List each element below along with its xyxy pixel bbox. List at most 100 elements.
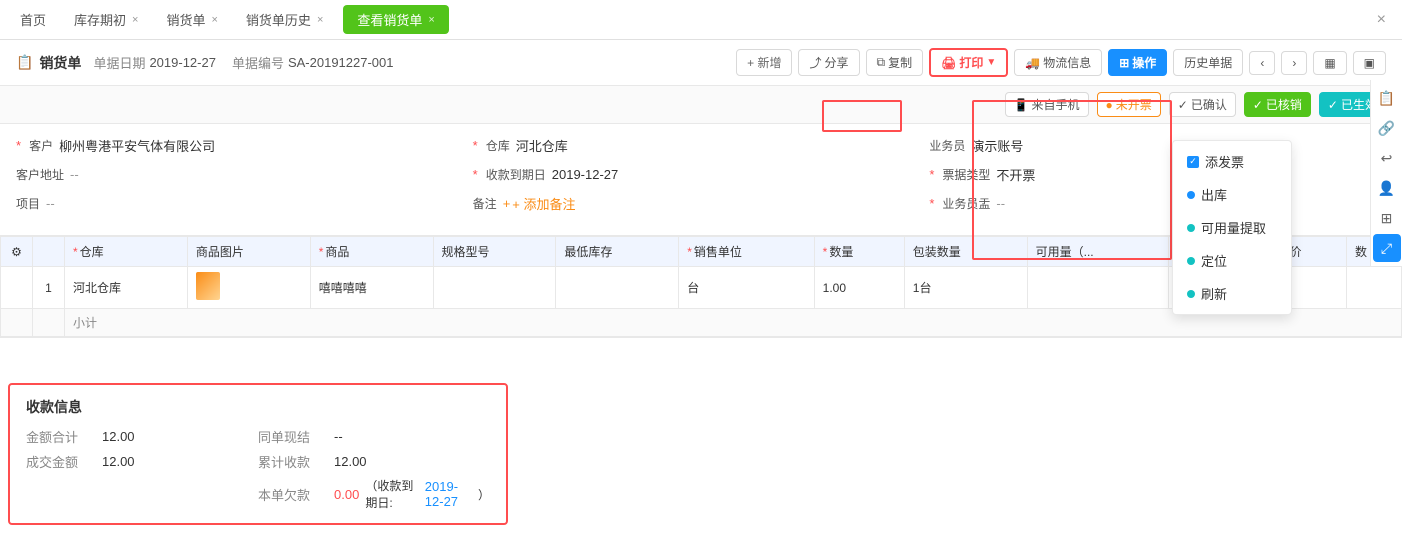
invoice-type-label: 票据类型 — [942, 166, 990, 183]
project-value: -- — [46, 196, 55, 211]
refresh-item[interactable]: 刷新 — [1173, 277, 1291, 310]
sidebar-icon-doc[interactable]: 📋 — [1373, 84, 1401, 112]
operations-icon: ⊞ — [1119, 56, 1129, 70]
doc-title-text: 销货单 — [39, 53, 81, 73]
not-open-icon: ● — [1106, 98, 1113, 112]
warehouse-required-mark: * — [473, 138, 478, 153]
panel-title: 收款信息 — [26, 397, 490, 417]
layout2-button[interactable]: ▣ — [1353, 51, 1386, 75]
locate-label: 定位 — [1201, 251, 1227, 270]
effective-icon: ✓ — [1328, 98, 1338, 112]
confirmed-icon: ✓ — [1178, 98, 1188, 112]
cell-num: 1 — [33, 267, 65, 309]
tab-inventory-init-close[interactable]: × — [132, 14, 138, 26]
panel-row-deal-amount: 成交金额 12.00 — [26, 452, 258, 471]
customer-required-mark: * — [16, 138, 21, 153]
sidebar-icon-expand[interactable]: ⤢ — [1373, 234, 1401, 262]
copy-button[interactable]: ⧉ 复制 — [866, 49, 924, 76]
available-extract-label: 可用量提取 — [1201, 218, 1266, 237]
tab-home[interactable]: 首页 — [8, 4, 58, 35]
doc-title-icon: 📋 — [16, 54, 33, 71]
logistics-button[interactable]: 🚚 物流信息 — [1014, 49, 1102, 76]
tab-sales-order[interactable]: 销货单 × — [154, 4, 229, 35]
tab-view-sales-close[interactable]: × — [428, 14, 434, 26]
doc-date-value: 2019-12-27 — [149, 55, 216, 70]
col-header-settings[interactable]: ⚙ — [1, 237, 33, 267]
doc-meta: 单据日期 2019-12-27 单据编号 SA-20191227-001 — [93, 53, 724, 72]
invoice-type-field: * 票据类型 不开票 — [929, 165, 1386, 184]
cell-product-img — [187, 267, 310, 309]
nav-next-button[interactable]: › — [1281, 51, 1307, 75]
locate-dot — [1187, 257, 1195, 265]
col-header-product: *商品 — [310, 237, 433, 267]
sidebar-icon-user[interactable]: 👤 — [1373, 174, 1401, 202]
nav-prev-button[interactable]: ‹ — [1249, 51, 1275, 75]
tab-inventory-init[interactable]: 库存期初 × — [62, 4, 150, 35]
cell-more — [1347, 267, 1402, 309]
action-buttons: + 新增 ⤴ 分享 ⧉ 复制 🖨 打印 ▼ 🚚 物流信息 — [736, 48, 1386, 77]
tab-sales-order-close[interactable]: × — [211, 14, 217, 26]
tab-sales-history[interactable]: 销货单历史 × — [234, 4, 335, 35]
from-phone-button[interactable]: 📱 来自手机 — [1005, 92, 1089, 117]
invoice-type-required-mark: * — [929, 167, 934, 182]
doc-number-label: 单据编号 — [232, 53, 284, 72]
payment-date-label: 收款到期日 — [486, 166, 546, 183]
col-header-available: 可用量（... — [1027, 237, 1169, 267]
payment-date-field: * 收款到期日 2019-12-27 — [473, 166, 930, 183]
voided-button[interactable]: ✓ 已核销 — [1244, 92, 1311, 117]
window-close-button[interactable]: × — [1369, 7, 1394, 33]
add-note-button[interactable]: + + 添加备注 — [503, 194, 576, 213]
locate-item[interactable]: 定位 — [1173, 244, 1291, 277]
confirmed-button[interactable]: ✓ 已确认 — [1169, 92, 1236, 117]
share-button[interactable]: ⤴ 分享 — [798, 49, 859, 76]
operations-dropdown: ✓ 添发票 出库 可用量提取 定位 刷新 — [1172, 140, 1292, 315]
add-invoice-label: 添发票 — [1205, 152, 1244, 171]
available-extract-dot — [1187, 224, 1195, 232]
add-note-text: + 添加备注 — [512, 194, 575, 213]
print-button[interactable]: 🖨 打印 ▼ — [929, 48, 1008, 77]
cell-available — [1027, 267, 1169, 309]
address-field: 客户地址 -- — [16, 166, 473, 183]
payment-date-value: 2019-12-27 — [552, 167, 619, 182]
subtotal-num-cell — [33, 309, 65, 337]
panel-row-same-order: 同单现结 -- — [258, 427, 490, 446]
panel-row-total: 金额合计 12.00 — [26, 427, 258, 446]
notes-label: 备注 — [473, 195, 497, 212]
warehouse-label: 仓库 — [486, 137, 510, 154]
layout1-button[interactable]: ▦ — [1313, 51, 1346, 75]
cell-sales-unit: 台 — [679, 267, 814, 309]
operations-button[interactable]: ⊞ 操作 — [1108, 49, 1167, 76]
salesperson-label: 业务员盂 — [942, 195, 990, 212]
subtotal-settings-cell — [1, 309, 33, 337]
project-label: 项目 — [16, 195, 40, 212]
doc-number-field: 单据编号 SA-20191227-001 — [232, 53, 394, 72]
col-header-product-img: 商品图片 — [187, 237, 310, 267]
payment-info-panel: 收款信息 金额合计 12.00 同单现结 -- 成交金额 12.00 累计收款 … — [8, 383, 508, 525]
sidebar-icon-link[interactable]: 🔗 — [1373, 114, 1401, 142]
available-extract-item[interactable]: 可用量提取 — [1173, 211, 1291, 244]
add-note-icon: + — [503, 196, 511, 211]
sidebar-icon-return[interactable]: ↩ — [1373, 144, 1401, 172]
outbound-item[interactable]: 出库 — [1173, 178, 1291, 211]
outbound-label: 出库 — [1201, 185, 1227, 204]
sidebar-icon-grid[interactable]: ⊞ — [1373, 204, 1401, 232]
print-icon: 🖨 — [941, 56, 956, 70]
address-value: -- — [70, 167, 79, 182]
col-header-warehouse: *仓库 — [65, 237, 188, 267]
notes-field: 备注 + + 添加备注 — [473, 194, 930, 213]
tab-bar: 首页 库存期初 × 销货单 × 销货单历史 × 查看销货单 × × — [0, 0, 1402, 40]
tab-view-sales[interactable]: 查看销货单 × — [343, 5, 448, 34]
tab-sales-history-close[interactable]: × — [317, 14, 323, 26]
cell-settings — [1, 267, 33, 309]
logistics-icon: 🚚 — [1025, 56, 1040, 70]
cell-product: 嘻嘻嘻嘻 — [310, 267, 433, 309]
cell-quantity: 1.00 — [814, 267, 904, 309]
new-button[interactable]: + 新增 — [736, 49, 792, 76]
history-button[interactable]: 历史单据 — [1173, 49, 1243, 76]
refresh-dot — [1187, 290, 1195, 298]
add-invoice-item[interactable]: ✓ 添发票 — [1173, 145, 1291, 178]
col-header-pack-qty: 包装数量 — [904, 237, 1027, 267]
panel-row-cumulative: 累计收款 12.00 — [258, 452, 490, 471]
salesperson-field: * 业务员盂 -- — [929, 195, 1386, 212]
not-open-button[interactable]: ● 未开票 — [1097, 92, 1161, 117]
